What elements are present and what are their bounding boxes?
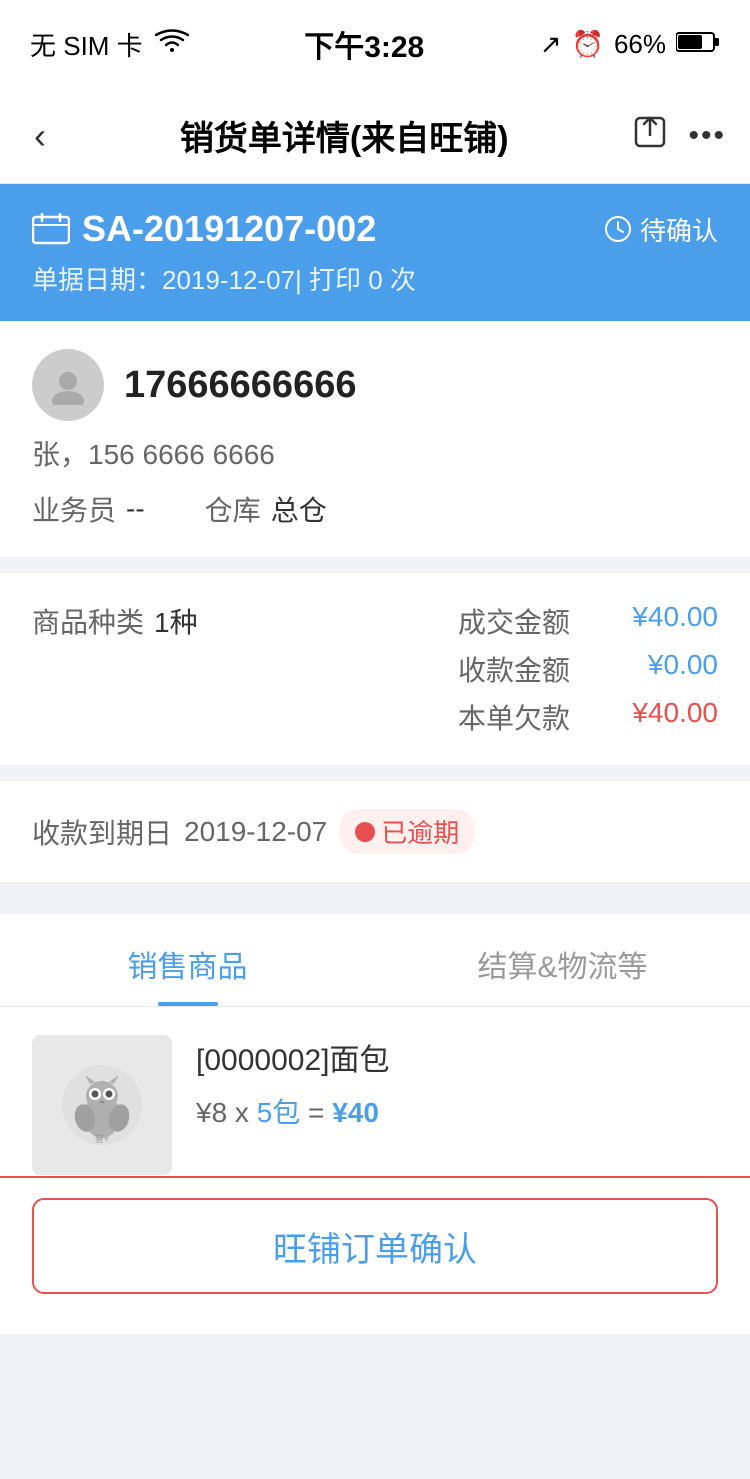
tabs: 销售商品 结算&物流等 xyxy=(0,914,750,1007)
overdue-dot-icon xyxy=(355,822,375,842)
amounts: 成交金额 ¥40.00 收款金额 ¥0.00 本单欠款 ¥40.00 xyxy=(458,601,718,737)
customer-section: 17666666666 张，156 6666 6666 业务员 -- 仓库 总仓 xyxy=(0,321,750,557)
balance-row: 本单欠款 ¥40.00 xyxy=(458,697,718,737)
status-time: 下午3:28 xyxy=(304,22,424,66)
product-image: 管+ xyxy=(32,1035,172,1175)
status-right: ↗ ⏰ 66% xyxy=(540,29,720,60)
order-meta: 单据日期：2019-12-07| 打印 0 次 xyxy=(32,260,718,297)
order-icon xyxy=(32,213,70,245)
product-section: 管+ [0000002]面包 ¥8 x 5包 = ¥40 xyxy=(0,1007,750,1203)
order-id: SA-20191207-002 xyxy=(32,208,376,250)
tab-settlement[interactable]: 结算&物流等 xyxy=(375,914,750,1006)
overdue-text: 已逾期 xyxy=(381,813,459,850)
salesperson-field: 业务员 -- xyxy=(32,489,145,529)
product-info: [0000002]面包 ¥8 x 5包 = ¥40 xyxy=(196,1035,718,1131)
clock-icon xyxy=(604,215,632,243)
order-status: 待确认 xyxy=(604,211,718,248)
customer-name: 张，156 6666 6666 xyxy=(32,433,718,473)
location-icon: ↗ xyxy=(540,29,562,60)
battery-text: 66% xyxy=(614,29,666,60)
back-button[interactable]: ‹ xyxy=(24,115,56,157)
avatar xyxy=(32,349,104,421)
svg-text:管+: 管+ xyxy=(95,1133,109,1144)
product-type-label: 商品种类 xyxy=(32,601,144,641)
product-qty: 5包 xyxy=(257,1097,301,1128)
battery-icon xyxy=(676,29,720,60)
received-amount-value: ¥0.00 xyxy=(648,649,718,689)
wifi-icon xyxy=(155,28,189,61)
deal-amount-value: ¥40.00 xyxy=(632,601,718,641)
share-button[interactable] xyxy=(632,114,668,158)
carrier-text: 无 SIM 卡 xyxy=(30,26,143,63)
product-total: ¥40 xyxy=(332,1097,379,1128)
summary-row: 商品种类 1种 成交金额 ¥40.00 收款金额 ¥0.00 本单欠款 ¥40.… xyxy=(32,601,718,737)
status-bar: 无 SIM 卡 下午3:28 ↗ ⏰ 66% xyxy=(0,0,750,88)
warehouse-value: 总仓 xyxy=(271,489,327,529)
status-left: 无 SIM 卡 xyxy=(30,26,189,63)
balance-label: 本单欠款 xyxy=(458,697,570,737)
duedate-section: 收款到期日 2019-12-07 已逾期 xyxy=(0,781,750,882)
tab-sales-goods[interactable]: 销售商品 xyxy=(0,914,375,1006)
product-img-placeholder: 管+ xyxy=(32,1035,172,1175)
overdue-badge: 已逾期 xyxy=(339,809,475,854)
alarm-icon: ⏰ xyxy=(572,29,604,60)
confirm-order-button[interactable]: 旺铺订单确认 xyxy=(32,1198,718,1294)
received-amount-row: 收款金额 ¥0.00 xyxy=(458,649,718,689)
order-header-card: SA-20191207-002 待确认 单据日期：2019-12-07| 打印 … xyxy=(0,184,750,321)
duedate-value: 2019-12-07 xyxy=(184,816,327,848)
duedate-label: 收款到期日 xyxy=(32,812,172,852)
nav-actions: ••• xyxy=(632,114,726,158)
deal-amount-label: 成交金额 xyxy=(458,601,570,641)
product-type-field: 商品种类 1种 xyxy=(32,601,198,641)
product-type-value: 1种 xyxy=(154,601,198,641)
salesperson-value: -- xyxy=(126,493,145,525)
price-separator: = xyxy=(300,1097,332,1128)
balance-value: ¥40.00 xyxy=(632,697,718,737)
deal-amount-row: 成交金额 ¥40.00 xyxy=(458,601,718,641)
salesperson-label: 业务员 xyxy=(32,489,116,529)
bottom-bar: 旺铺订单确认 xyxy=(0,1176,750,1334)
customer-top: 17666666666 xyxy=(32,349,718,421)
page-title: 销货单详情(来自旺铺) xyxy=(56,111,632,160)
nav-bar: ‹ 销货单详情(来自旺铺) ••• xyxy=(0,88,750,184)
price-prefix: ¥8 x xyxy=(196,1097,257,1128)
received-amount-label: 收款金额 xyxy=(458,649,570,689)
warehouse-field: 仓库 总仓 xyxy=(205,489,327,529)
product-price: ¥8 x 5包 = ¥40 xyxy=(196,1091,718,1131)
divider xyxy=(0,898,750,914)
customer-meta: 业务员 -- 仓库 总仓 xyxy=(32,489,718,529)
more-button[interactable]: ••• xyxy=(688,119,726,153)
customer-phone: 17666666666 xyxy=(124,364,356,407)
summary-section: 商品种类 1种 成交金额 ¥40.00 收款金额 ¥0.00 本单欠款 ¥40.… xyxy=(0,573,750,765)
warehouse-label: 仓库 xyxy=(205,489,261,529)
product-name: [0000002]面包 xyxy=(196,1035,718,1079)
